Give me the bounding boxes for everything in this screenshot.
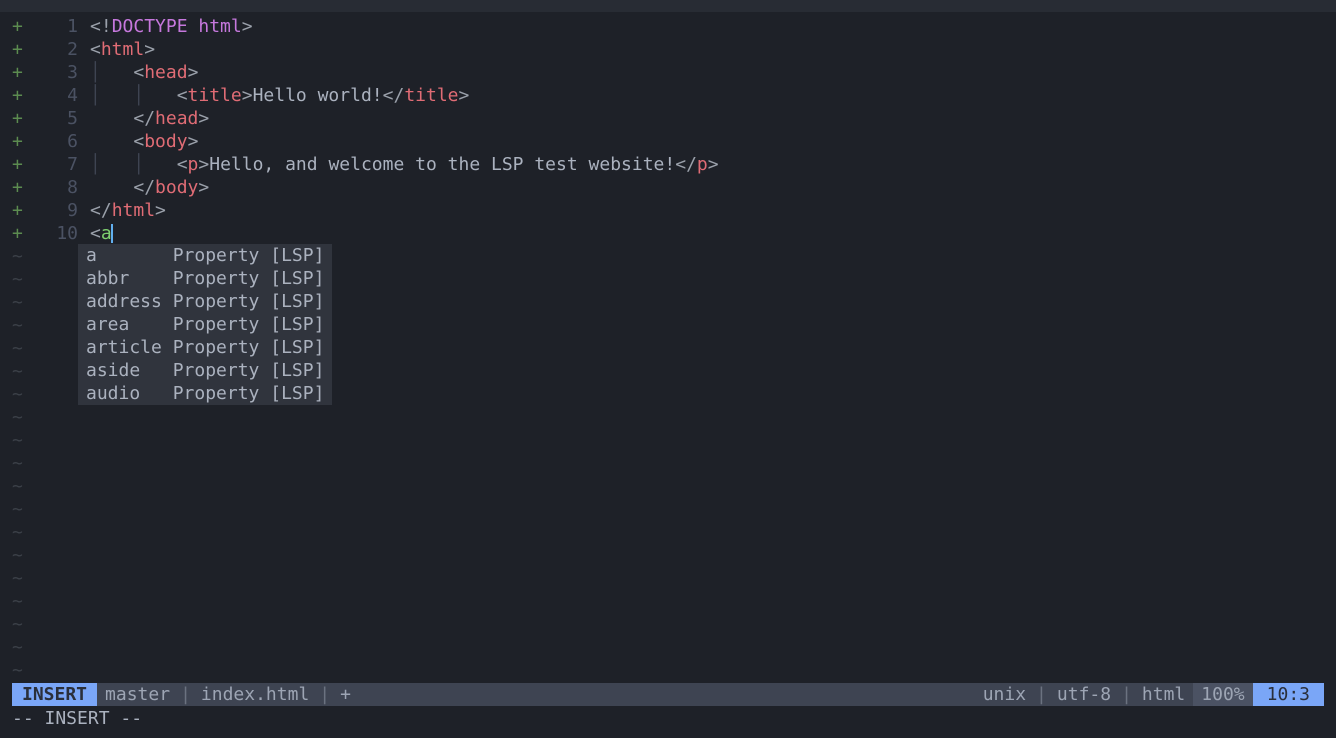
line-number: 7 — [36, 153, 90, 176]
code-content[interactable]: <body> — [90, 130, 1336, 153]
filler-line: ~ — [0, 498, 1336, 521]
completion-item[interactable]: aside Property [LSP] — [78, 359, 332, 382]
tilde-marker: ~ — [0, 406, 23, 429]
file-format: unix — [975, 683, 1034, 706]
tilde-marker: ~ — [0, 429, 23, 452]
filler-line: ~ — [0, 406, 1336, 429]
separator: | — [1034, 683, 1049, 706]
tilde-marker: ~ — [0, 337, 23, 360]
command-line: -- INSERT -- — [12, 707, 142, 730]
tilde-marker: ~ — [0, 567, 23, 590]
scroll-percent: 100% — [1193, 683, 1252, 706]
line-number: 2 — [36, 38, 90, 61]
filler-line: ~ — [0, 475, 1336, 498]
filler-line: ~ — [0, 590, 1336, 613]
tilde-marker: ~ — [0, 613, 23, 636]
line-number: 1 — [36, 15, 90, 38]
diff-sign: + — [0, 153, 36, 176]
cursor-position: 10:3 — [1253, 683, 1324, 706]
filler-line: ~ — [0, 452, 1336, 475]
code-line[interactable]: +7│ │ <p>Hello, and welcome to the LSP t… — [0, 153, 1336, 176]
filler-line: ~ — [0, 544, 1336, 567]
line-number: 8 — [36, 176, 90, 199]
code-line[interactable]: +6 <body> — [0, 130, 1336, 153]
completion-popup[interactable]: a Property [LSP]abbr Property [LSP]addre… — [78, 244, 332, 405]
code-content[interactable]: </body> — [90, 176, 1336, 199]
filetype: html — [1134, 683, 1193, 706]
code-content[interactable]: <a — [90, 222, 1336, 245]
file-encoding: utf-8 — [1049, 683, 1119, 706]
tilde-marker: ~ — [0, 544, 23, 567]
code-line[interactable]: +8 </body> — [0, 176, 1336, 199]
completion-item[interactable]: article Property [LSP] — [78, 336, 332, 359]
code-line[interactable]: +2<html> — [0, 38, 1336, 61]
tilde-marker: ~ — [0, 636, 23, 659]
line-number: 4 — [36, 84, 90, 107]
file-name: index.html — [193, 683, 317, 706]
filler-line: ~ — [0, 567, 1336, 590]
git-branch: master — [97, 683, 178, 706]
filler-line: ~ — [0, 613, 1336, 636]
filler-line: ~ — [0, 521, 1336, 544]
completion-item[interactable]: address Property [LSP] — [78, 290, 332, 313]
separator: | — [317, 683, 332, 706]
diff-sign: + — [0, 38, 36, 61]
mode-indicator: INSERT — [12, 683, 97, 706]
filler-line: ~ — [0, 659, 1336, 682]
diff-sign: + — [0, 107, 36, 130]
code-content[interactable]: │ <head> — [90, 61, 1336, 84]
completion-item[interactable]: abbr Property [LSP] — [78, 267, 332, 290]
tab-bar — [0, 0, 1336, 12]
code-content[interactable]: │ │ <p>Hello, and welcome to the LSP tes… — [90, 153, 1336, 176]
separator: | — [178, 683, 193, 706]
tilde-marker: ~ — [0, 659, 23, 682]
tilde-marker: ~ — [0, 245, 23, 268]
completion-item[interactable]: a Property [LSP] — [78, 244, 332, 267]
text-cursor — [111, 224, 113, 243]
line-number: 6 — [36, 130, 90, 153]
tilde-marker: ~ — [0, 452, 23, 475]
tilde-marker: ~ — [0, 475, 23, 498]
editor-viewport[interactable]: +1<!DOCTYPE html>+2<html>+3│ <head>+4│ │… — [0, 0, 1336, 738]
diff-sign: + — [0, 176, 36, 199]
tilde-marker: ~ — [0, 360, 23, 383]
filler-line: ~ — [0, 636, 1336, 659]
completion-item[interactable]: area Property [LSP] — [78, 313, 332, 336]
diff-sign: + — [0, 61, 36, 84]
code-line[interactable]: +4│ │ <title>Hello world!</title> — [0, 84, 1336, 107]
tilde-marker: ~ — [0, 498, 23, 521]
code-content[interactable]: </html> — [90, 199, 1336, 222]
tilde-marker: ~ — [0, 268, 23, 291]
diff-sign: + — [0, 199, 36, 222]
code-content[interactable]: </head> — [90, 107, 1336, 130]
modified-flag: + — [332, 683, 359, 706]
line-number: 5 — [36, 107, 90, 130]
diff-sign: + — [0, 130, 36, 153]
line-number: 9 — [36, 199, 90, 222]
code-line[interactable]: +5 </head> — [0, 107, 1336, 130]
line-number: 3 — [36, 61, 90, 84]
code-line[interactable]: +3│ <head> — [0, 61, 1336, 84]
code-line[interactable]: +1<!DOCTYPE html> — [0, 15, 1336, 38]
line-number: 10 — [36, 222, 90, 245]
tilde-marker: ~ — [0, 291, 23, 314]
code-content[interactable]: │ │ <title>Hello world!</title> — [90, 84, 1336, 107]
tilde-marker: ~ — [0, 590, 23, 613]
filler-line: ~ — [0, 429, 1336, 452]
diff-sign: + — [0, 84, 36, 107]
code-content[interactable]: <html> — [90, 38, 1336, 61]
tilde-marker: ~ — [0, 314, 23, 337]
code-line[interactable]: +10<a — [0, 222, 1336, 245]
diff-sign: + — [0, 15, 36, 38]
diff-sign: + — [0, 222, 36, 245]
separator: | — [1119, 683, 1134, 706]
code-line[interactable]: +9</html> — [0, 199, 1336, 222]
tilde-marker: ~ — [0, 383, 23, 406]
tilde-marker: ~ — [0, 521, 23, 544]
completion-item[interactable]: audio Property [LSP] — [78, 382, 332, 405]
code-content[interactable]: <!DOCTYPE html> — [90, 15, 1336, 38]
status-line: INSERT master | index.html | + unix | ut… — [12, 683, 1324, 706]
